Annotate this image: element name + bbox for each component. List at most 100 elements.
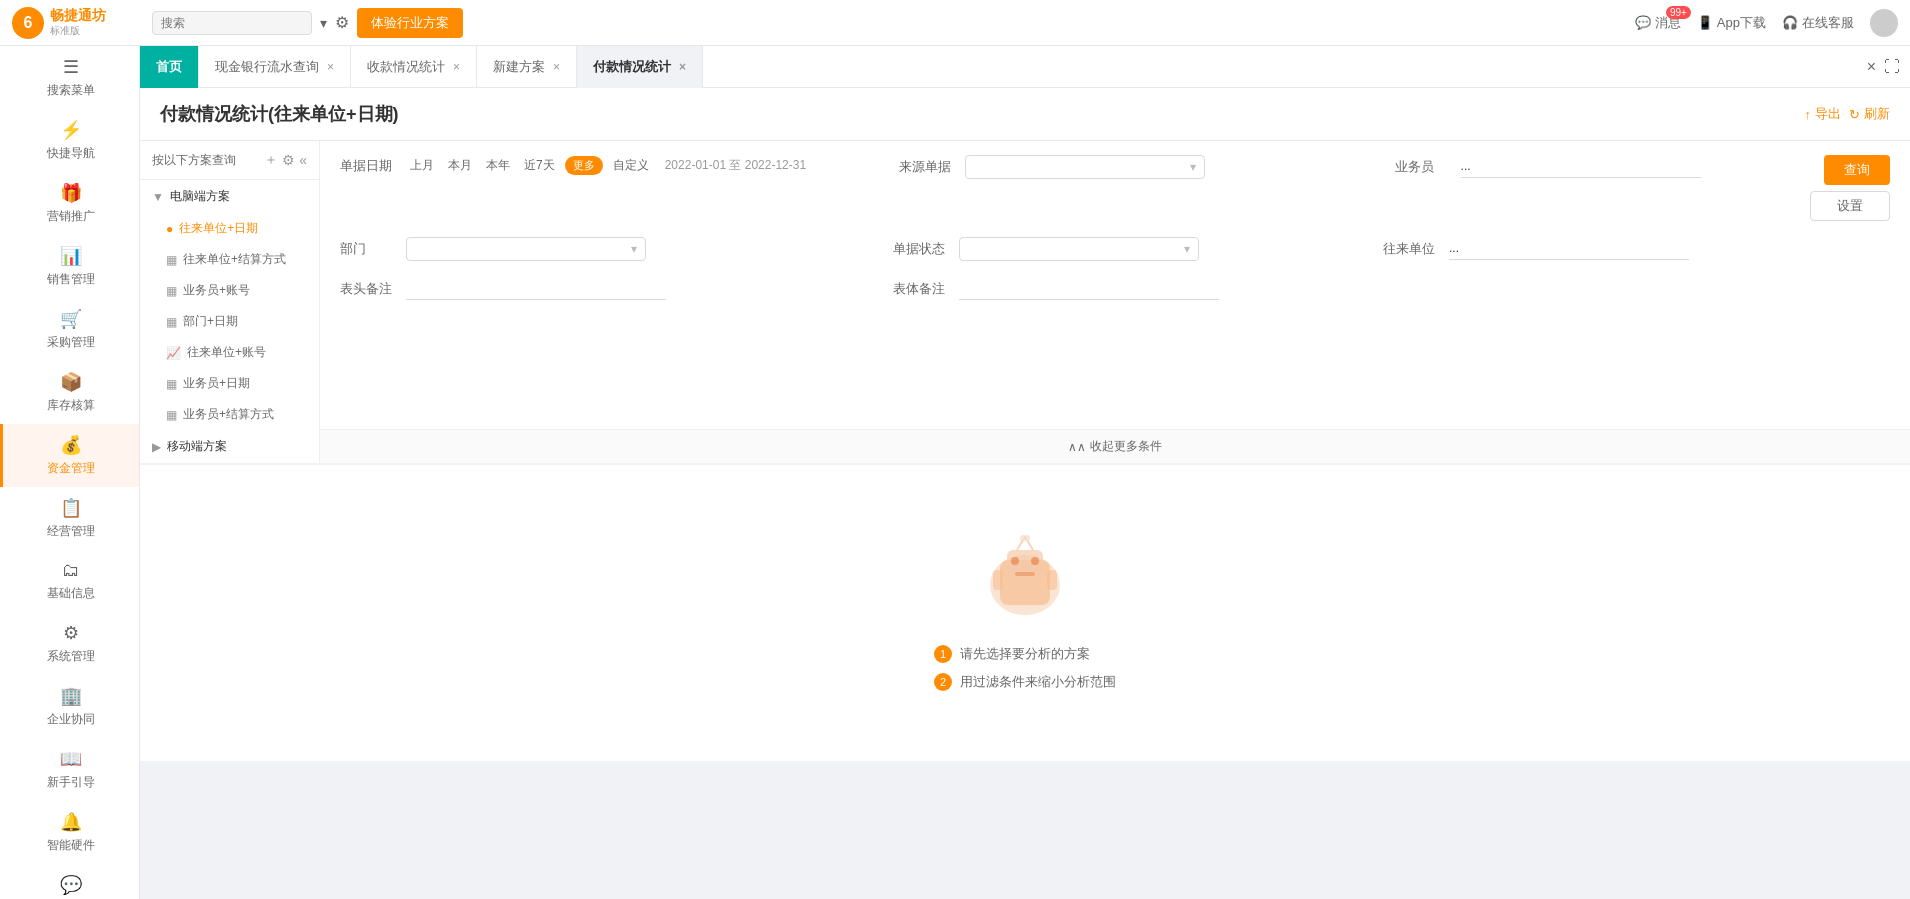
sidebar-item-label: 新手引导: [47, 774, 95, 791]
scheme-item-unit-account[interactable]: 📈 往来单位+账号: [140, 337, 319, 368]
scheme-group-desktop: ▼ 电脑端方案 ● 往来单位+日期 ▦ 往来单位+结算方式 ▦: [140, 180, 319, 430]
finance-icon: 💰: [60, 434, 82, 456]
chevron-right-icon: ▶: [152, 440, 161, 454]
sidebar-item-finance[interactable]: 💰 资金管理: [0, 424, 139, 487]
scheme-collapse-btn[interactable]: «: [299, 151, 307, 169]
sidebar-item-system[interactable]: ⚙ 系统管理: [0, 612, 139, 675]
docstatus-label: 单据状态: [893, 240, 949, 258]
sidebar-item-purchase[interactable]: 🛒 采购管理: [0, 298, 139, 361]
date-btn-7days[interactable]: 近7天: [520, 155, 559, 176]
tab-receipt[interactable]: 收款情况统计 ×: [351, 46, 477, 88]
tab-maximize-btn[interactable]: ⛶: [1884, 58, 1900, 76]
staff-input[interactable]: [1461, 155, 1701, 178]
purchase-icon: 🛒: [60, 308, 82, 330]
marketing-icon: 🎁: [60, 182, 82, 204]
query-btn[interactable]: 查询: [1824, 155, 1890, 185]
export-icon: ↑: [1805, 107, 1812, 122]
source-select[interactable]: ▾: [965, 155, 1205, 179]
docstatus-select[interactable]: ▾: [959, 237, 1199, 261]
sidebar-item-sales[interactable]: 📊 销售管理: [0, 235, 139, 298]
filter-actions-col: 查询 设置: [1810, 155, 1890, 221]
empty-tip-2: 2 用过滤条件来缩小分析范围: [934, 673, 1116, 691]
sales-icon: 📊: [60, 245, 82, 267]
tab-minimize-btn[interactable]: ×: [1867, 58, 1876, 76]
search-input[interactable]: [152, 11, 312, 35]
date-btn-custom[interactable]: 自定义: [609, 155, 653, 176]
export-btn[interactable]: ↑ 导出: [1805, 105, 1842, 123]
date-btn-more[interactable]: 更多: [565, 156, 603, 175]
tab-home[interactable]: 首页: [140, 46, 199, 88]
bodynote-input[interactable]: [959, 277, 1219, 300]
scheme-item-staff-settle[interactable]: ▦ 业务员+结算方式: [140, 399, 319, 430]
scheme-add-btn[interactable]: ＋: [264, 151, 278, 169]
collapse-bar[interactable]: ∧∧ 收起更多条件: [320, 429, 1910, 463]
scheme-table-icon: ▦: [166, 253, 177, 267]
content-area: 首页 现金银行流水查询 × 收款情况统计 × 新建方案 × 付款情况统计 × ×…: [140, 46, 1910, 899]
tab-new-scheme[interactable]: 新建方案 ×: [477, 46, 577, 88]
app-download-btn[interactable]: 📱 App下载: [1697, 14, 1766, 32]
sidebar-item-marketing[interactable]: 🎁 营销推广: [0, 172, 139, 235]
staff-label: 业务员: [1395, 158, 1451, 176]
date-btn-this-year[interactable]: 本年: [482, 155, 514, 176]
sidebar-item-inventory[interactable]: 📦 库存核算: [0, 361, 139, 424]
date-label: 单据日期: [340, 157, 396, 175]
tab-payment-close[interactable]: ×: [679, 60, 686, 74]
tab-receipt-close[interactable]: ×: [453, 60, 460, 74]
sidebar-item-hardware[interactable]: 🔔 智能硬件: [0, 801, 139, 864]
tab-bank[interactable]: 现金银行流水查询 ×: [199, 46, 351, 88]
scheme-item-label: 往来单位+账号: [187, 344, 266, 361]
dropdown-btn[interactable]: ▾: [320, 15, 327, 31]
scheme-item-label: 往来单位+结算方式: [183, 251, 286, 268]
sidebar-item-shortcut[interactable]: ⚡ 快捷导航: [0, 109, 139, 172]
messages-btn[interactable]: 💬 消息 99+: [1635, 14, 1681, 32]
filter-docstatus-field: 单据状态 ▾: [893, 237, 1367, 261]
settings-btn[interactable]: ⚙: [335, 13, 349, 32]
filter-date-field: 单据日期 上月 本月 本年 近7天 更多 自定义 2022-01-01 至 20…: [340, 155, 899, 176]
filter-panel: 按以下方案查询 ＋ ⚙ « ▼ 电脑端方案 ●: [140, 141, 1910, 463]
sidebar-item-guide[interactable]: 📖 新手引导: [0, 738, 139, 801]
tip-text-2: 用过滤条件来缩小分析范围: [960, 673, 1116, 691]
date-btn-last-month[interactable]: 上月: [406, 155, 438, 176]
avatar[interactable]: [1870, 9, 1898, 37]
trial-btn[interactable]: 体验行业方案: [357, 8, 463, 38]
dept-label: 部门: [340, 240, 396, 258]
empty-image: [965, 525, 1085, 625]
scheme-group-desktop-header[interactable]: ▼ 电脑端方案: [140, 180, 319, 213]
partner-input[interactable]: [1449, 237, 1689, 260]
sidebar-item-search[interactable]: ☰ 搜索菜单: [0, 46, 139, 109]
scheme-item-unit-date[interactable]: ● 往来单位+日期: [140, 213, 319, 244]
sidebar-item-label: 采购管理: [47, 334, 95, 351]
empty-tips: 1 请先选择要分析的方案 2 用过滤条件来缩小分析范围: [934, 645, 1116, 701]
scheme-item-staff-date[interactable]: ▦ 业务员+日期: [140, 368, 319, 399]
dept-select[interactable]: ▾: [406, 237, 646, 261]
refresh-btn[interactable]: ↻ 刷新: [1849, 105, 1890, 123]
top-bar: 6 畅捷通坊 标准版 ▾ ⚙ 体验行业方案 💬 消息 99+ 📱 App下载 🎧…: [0, 0, 1910, 46]
settings-config-btn[interactable]: 设置: [1810, 191, 1890, 221]
sidebar-item-basic[interactable]: 🗂 基础信息: [0, 550, 139, 612]
scheme-table-icon3: ▦: [166, 315, 177, 329]
scheme-item-label: 业务员+账号: [183, 282, 250, 299]
date-buttons: 上月 本月 本年 近7天 更多 自定义 2022-01-01 至 2022-12…: [406, 155, 806, 176]
filter-partner-field: 往来单位: [1383, 237, 1778, 260]
scheme-group-mobile-header[interactable]: ▶ 移动端方案: [140, 430, 319, 463]
filter-form-area: 单据日期 上月 本月 本年 近7天 更多 自定义 2022-01-01 至 20…: [320, 141, 1910, 463]
source-label: 来源单据: [899, 158, 955, 176]
date-btn-this-month[interactable]: 本月: [444, 155, 476, 176]
refresh-icon: ↻: [1849, 107, 1860, 122]
scheme-settings-btn[interactable]: ⚙: [282, 151, 295, 169]
tab-new-scheme-close[interactable]: ×: [553, 60, 560, 74]
headernote-input[interactable]: [406, 277, 666, 300]
scheme-item-staff-account[interactable]: ▦ 业务员+账号: [140, 275, 319, 306]
source-select-arrow: ▾: [1190, 160, 1196, 174]
sidebar-item-wechat[interactable]: 💬 企业微信: [0, 864, 139, 899]
scheme-item-dept-date[interactable]: ▦ 部门+日期: [140, 306, 319, 337]
sidebar-item-label: 资金管理: [47, 460, 95, 477]
sidebar-item-enterprise[interactable]: 🏢 企业协同: [0, 675, 139, 738]
online-support-btn[interactable]: 🎧 在线客服: [1782, 14, 1854, 32]
main-layout: ☰ 搜索菜单 ⚡ 快捷导航 🎁 营销推广 📊 销售管理 🛒 采购管理 📦 库存核…: [0, 46, 1910, 899]
sidebar-item-operations[interactable]: 📋 经营管理: [0, 487, 139, 550]
date-range-display: 2022-01-01 至 2022-12-31: [665, 157, 806, 174]
tab-payment[interactable]: 付款情况统计 ×: [577, 46, 703, 88]
tab-bank-close[interactable]: ×: [327, 60, 334, 74]
scheme-item-unit-settle[interactable]: ▦ 往来单位+结算方式: [140, 244, 319, 275]
